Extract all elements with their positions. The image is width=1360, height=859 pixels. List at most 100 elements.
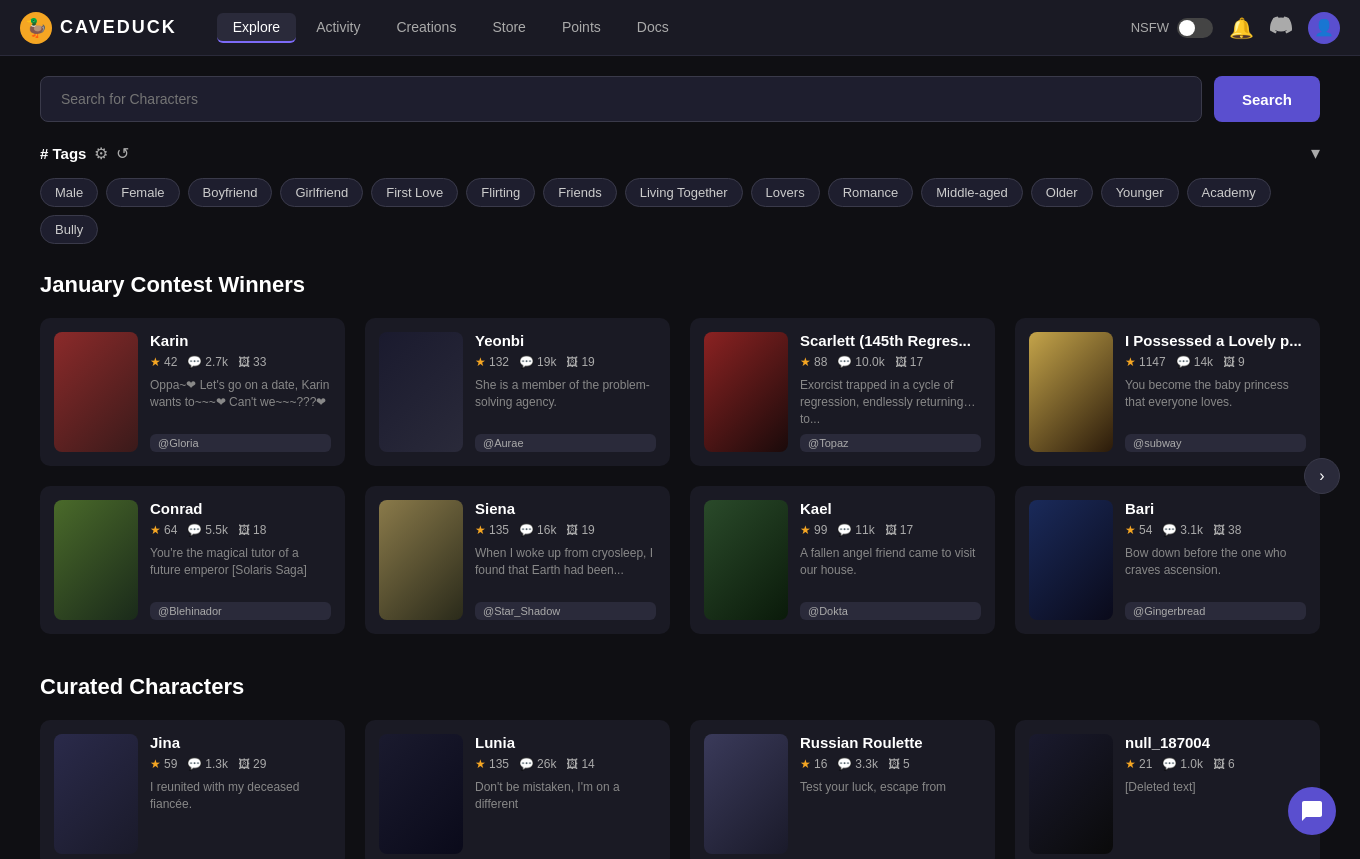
section-title-contest: January Contest Winners	[40, 272, 1320, 298]
tag-male[interactable]: Male	[40, 178, 98, 207]
card-image-siena	[379, 500, 463, 620]
card-content-jina: Jina ★59 💬1.3k 🖼29 I reunited with my de…	[150, 734, 331, 854]
search-button[interactable]: Search	[1214, 76, 1320, 122]
nav-activity[interactable]: Activity	[300, 13, 376, 43]
card-null[interactable]: null_187004 ★21 💬1.0k 🖼6 [Deleted text]	[1015, 720, 1320, 859]
card-content-null: null_187004 ★21 💬1.0k 🖼6 [Deleted text]	[1125, 734, 1306, 854]
main-content: Search # Tags ⚙ ↺ ▾ Male Female Boyfrien…	[0, 56, 1360, 859]
card-author-yeonbi: @Aurae	[475, 434, 656, 452]
tag-friends[interactable]: Friends	[543, 178, 616, 207]
user-avatar[interactable]: 👤	[1308, 12, 1340, 44]
card-image-null	[1029, 734, 1113, 854]
card-name-kael: Kael	[800, 500, 981, 517]
card-russian-roulette[interactable]: Russian Roulette ★16 💬3.3k 🖼5 Test your …	[690, 720, 995, 859]
card-karin[interactable]: Karin ★42 💬2.7k 🖼33 Oppa~❤ Let's go on a…	[40, 318, 345, 466]
card-image-conrad	[54, 500, 138, 620]
search-input[interactable]	[40, 76, 1202, 122]
card-desc-russian: Test your luck, escape from	[800, 779, 981, 854]
nav-store[interactable]: Store	[476, 13, 541, 43]
card-desc-scarlett: Exorcist trapped in a cycle of regressio…	[800, 377, 981, 426]
tag-lovers[interactable]: Lovers	[751, 178, 820, 207]
tags-settings-icon[interactable]: ⚙	[94, 144, 108, 163]
card-name-lunia: Lunia	[475, 734, 656, 751]
card-image-russian	[704, 734, 788, 854]
tags-list: Male Female Boyfriend Girlfriend First L…	[40, 178, 1320, 244]
header-right: NSFW 🔔 👤	[1131, 12, 1340, 44]
nav-points[interactable]: Points	[546, 13, 617, 43]
card-image-kael	[704, 500, 788, 620]
card-jina[interactable]: Jina ★59 💬1.3k 🖼29 I reunited with my de…	[40, 720, 345, 859]
card-author-scarlett: @Topaz	[800, 434, 981, 452]
card-yeonbi[interactable]: Yeonbi ★132 💬19k 🖼19 She is a member of …	[365, 318, 670, 466]
card-desc-null: [Deleted text]	[1125, 779, 1306, 854]
tag-female[interactable]: Female	[106, 178, 179, 207]
search-container: Search	[40, 76, 1320, 122]
card-author-kael: @Dokta	[800, 602, 981, 620]
card-author-conrad: @Blehinador	[150, 602, 331, 620]
chat-fab-button[interactable]	[1288, 787, 1336, 835]
card-name-yeonbi: Yeonbi	[475, 332, 656, 349]
card-image-i-possessed	[1029, 332, 1113, 452]
card-image-lunia	[379, 734, 463, 854]
card-content-conrad: Conrad ★64 💬5.5k 🖼18 You're the magical …	[150, 500, 331, 620]
card-bari[interactable]: Bari ★54 💬3.1k 🖼38 Bow down before the o…	[1015, 486, 1320, 634]
card-conrad[interactable]: Conrad ★64 💬5.5k 🖼18 You're the magical …	[40, 486, 345, 634]
contest-cards-grid: Karin ★42 💬2.7k 🖼33 Oppa~❤ Let's go on a…	[40, 318, 1320, 634]
tag-boyfriend[interactable]: Boyfriend	[188, 178, 273, 207]
card-author-bari: @Gingerbread	[1125, 602, 1306, 620]
nav-explore[interactable]: Explore	[217, 13, 296, 43]
card-desc-i-possessed: You become the baby princess that everyo…	[1125, 377, 1306, 426]
card-name-karin: Karin	[150, 332, 331, 349]
tag-first-love[interactable]: First Love	[371, 178, 458, 207]
card-name-siena: Siena	[475, 500, 656, 517]
tags-chevron-icon[interactable]: ▾	[1311, 142, 1320, 164]
card-kael[interactable]: Kael ★99 💬11k 🖼17 A fallen angel friend …	[690, 486, 995, 634]
card-siena[interactable]: Siena ★135 💬16k 🖼19 When I woke up from …	[365, 486, 670, 634]
nsfw-switch[interactable]	[1177, 18, 1213, 38]
card-desc-kael: A fallen angel friend came to visit our …	[800, 545, 981, 594]
section-title-curated: Curated Characters	[40, 674, 1320, 700]
tags-label: # Tags	[40, 145, 86, 162]
nsfw-toggle[interactable]: NSFW	[1131, 18, 1213, 38]
tags-refresh-icon[interactable]: ↺	[116, 144, 129, 163]
notification-icon[interactable]: 🔔	[1229, 16, 1254, 40]
tag-younger[interactable]: Younger	[1101, 178, 1179, 207]
tag-middle-aged[interactable]: Middle-aged	[921, 178, 1023, 207]
card-desc-jina: I reunited with my deceased fiancée.	[150, 779, 331, 854]
card-image-karin	[54, 332, 138, 452]
card-author-i-possessed: @subway	[1125, 434, 1306, 452]
nav-creations[interactable]: Creations	[380, 13, 472, 43]
card-i-possessed[interactable]: I Possessed a Lovely p... ★1147 💬14k 🖼9 …	[1015, 318, 1320, 466]
card-image-yeonbi	[379, 332, 463, 452]
tag-older[interactable]: Older	[1031, 178, 1093, 207]
card-name-conrad: Conrad	[150, 500, 331, 517]
card-image-scarlett	[704, 332, 788, 452]
next-arrow-button[interactable]: ›	[1304, 458, 1340, 494]
card-scarlett[interactable]: Scarlett (145th Regres... ★88 💬10.0k 🖼17…	[690, 318, 995, 466]
card-content-russian: Russian Roulette ★16 💬3.3k 🖼5 Test your …	[800, 734, 981, 854]
discord-icon[interactable]	[1270, 14, 1292, 41]
card-desc-lunia: Don't be mistaken, I'm on a different	[475, 779, 656, 854]
card-content-bari: Bari ★54 💬3.1k 🖼38 Bow down before the o…	[1125, 500, 1306, 620]
tags-row: # Tags ⚙ ↺ ▾	[40, 142, 1320, 164]
tag-flirting[interactable]: Flirting	[466, 178, 535, 207]
tag-academy[interactable]: Academy	[1187, 178, 1271, 207]
card-desc-karin: Oppa~❤ Let's go on a date, Karin wants t…	[150, 377, 331, 426]
card-lunia[interactable]: Lunia ★135 💬26k 🖼14 Don't be mistaken, I…	[365, 720, 670, 859]
card-image-jina	[54, 734, 138, 854]
curated-cards-grid: Jina ★59 💬1.3k 🖼29 I reunited with my de…	[40, 720, 1320, 859]
card-name-scarlett: Scarlett (145th Regres...	[800, 332, 981, 349]
tag-romance[interactable]: Romance	[828, 178, 914, 207]
card-content-i-possessed: I Possessed a Lovely p... ★1147 💬14k 🖼9 …	[1125, 332, 1306, 452]
nav-docs[interactable]: Docs	[621, 13, 685, 43]
card-content-lunia: Lunia ★135 💬26k 🖼14 Don't be mistaken, I…	[475, 734, 656, 854]
tag-bully[interactable]: Bully	[40, 215, 98, 244]
main-nav: Explore Activity Creations Store Points …	[217, 13, 1131, 43]
tag-girlfriend[interactable]: Girlfriend	[280, 178, 363, 207]
tag-living-together[interactable]: Living Together	[625, 178, 743, 207]
card-content-kael: Kael ★99 💬11k 🖼17 A fallen angel friend …	[800, 500, 981, 620]
logo[interactable]: 🦆 CAVEDUCK	[20, 12, 177, 44]
card-content-siena: Siena ★135 💬16k 🖼19 When I woke up from …	[475, 500, 656, 620]
card-name-i-possessed: I Possessed a Lovely p...	[1125, 332, 1306, 349]
card-name-bari: Bari	[1125, 500, 1306, 517]
